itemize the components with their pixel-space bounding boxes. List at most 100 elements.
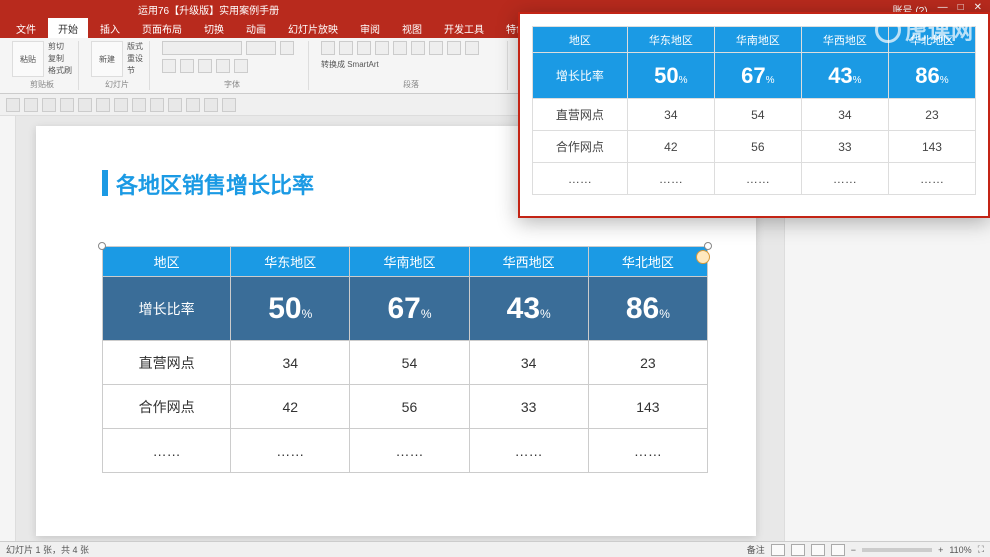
slideshow-view-icon[interactable] xyxy=(831,544,845,556)
cell[interactable]: 33 xyxy=(469,385,588,429)
row-label[interactable]: 直营网点 xyxy=(103,341,231,385)
growth-label[interactable]: 增长比率 xyxy=(103,277,231,341)
th[interactable]: 华南地区 xyxy=(350,247,469,277)
tab-animation[interactable]: 动画 xyxy=(236,18,276,39)
title-accent xyxy=(102,170,108,196)
cell[interactable]: 34 xyxy=(231,341,350,385)
th[interactable]: 地区 xyxy=(103,247,231,277)
tab-file[interactable]: 文件 xyxy=(6,18,46,39)
cut-button[interactable]: 剪切 xyxy=(48,41,72,52)
align-right-button[interactable] xyxy=(447,41,461,55)
qat-btn[interactable] xyxy=(114,98,128,112)
zoom-level[interactable]: 110% xyxy=(949,545,971,555)
table-row[interactable]: …… …… …… …… …… xyxy=(103,429,708,473)
justify-button[interactable] xyxy=(465,41,479,55)
cell[interactable]: …… xyxy=(231,429,350,473)
smartart-button[interactable]: 转换成 SmartArt xyxy=(321,59,379,70)
paste-button[interactable]: 粘贴 xyxy=(12,41,44,77)
rotate-handle[interactable] xyxy=(696,250,710,264)
align-center-button[interactable] xyxy=(429,41,443,55)
row-label[interactable]: …… xyxy=(103,429,231,473)
cell[interactable]: 54 xyxy=(350,341,469,385)
cell[interactable]: …… xyxy=(588,429,707,473)
pct: % xyxy=(421,307,432,321)
outline-strip[interactable] xyxy=(0,116,16,541)
strike-button[interactable] xyxy=(198,59,212,73)
table-row[interactable]: 直营网点 34 54 34 23 xyxy=(103,341,708,385)
group-paragraph: 转换成 SmartArt 段落 xyxy=(315,41,508,90)
qat-btn[interactable] xyxy=(150,98,164,112)
copy-button[interactable]: 复制 xyxy=(48,53,72,64)
numbering-button[interactable] xyxy=(339,41,353,55)
row-label: …… xyxy=(533,163,628,195)
qat-btn[interactable] xyxy=(186,98,200,112)
tab-view[interactable]: 视图 xyxy=(392,18,432,39)
print-icon[interactable] xyxy=(60,98,74,112)
th: 华东地区 xyxy=(627,27,714,53)
reset-button[interactable]: 重设 xyxy=(127,53,143,64)
cell[interactable]: 23 xyxy=(588,341,707,385)
selection-handle[interactable] xyxy=(704,242,712,250)
growth-row[interactable]: 增长比率 50% 67% 43% 86% xyxy=(103,277,708,341)
undo-icon[interactable] xyxy=(24,98,38,112)
tab-layout[interactable]: 页面布局 xyxy=(132,18,192,39)
zoom-in-icon[interactable]: + xyxy=(938,545,943,555)
reading-view-icon[interactable] xyxy=(811,544,825,556)
qat-btn[interactable] xyxy=(78,98,92,112)
tab-home[interactable]: 开始 xyxy=(48,18,88,39)
qat-btn[interactable] xyxy=(204,98,218,112)
section-button[interactable]: 节 xyxy=(127,65,143,76)
cell[interactable]: 56 xyxy=(350,385,469,429)
align-left-button[interactable] xyxy=(411,41,425,55)
bullets-button[interactable] xyxy=(321,41,335,55)
tab-transition[interactable]: 切换 xyxy=(194,18,234,39)
qat-btn[interactable] xyxy=(168,98,182,112)
row-label: 合作网点 xyxy=(533,131,628,163)
tab-slideshow[interactable]: 幻灯片放映 xyxy=(278,18,348,39)
pct: % xyxy=(302,307,313,321)
qat-btn[interactable] xyxy=(96,98,110,112)
font-color-button[interactable] xyxy=(216,59,230,73)
cell: 54 xyxy=(714,99,801,131)
qat-btn[interactable] xyxy=(222,98,236,112)
normal-view-icon[interactable] xyxy=(771,544,785,556)
table-row[interactable]: 合作网点 42 56 33 143 xyxy=(103,385,708,429)
italic-button[interactable] xyxy=(162,59,176,73)
bold-button[interactable] xyxy=(280,41,294,55)
row-label[interactable]: 合作网点 xyxy=(103,385,231,429)
fit-icon[interactable]: ⛶ xyxy=(978,544,984,555)
notes-button[interactable]: 备注 xyxy=(747,543,765,556)
size-combo[interactable] xyxy=(246,41,276,55)
underline-button[interactable] xyxy=(180,59,194,73)
selection-handle[interactable] xyxy=(98,242,106,250)
qat-btn[interactable] xyxy=(132,98,146,112)
layout-button[interactable]: 版式 xyxy=(127,41,143,52)
zoom-slider[interactable] xyxy=(862,548,932,552)
th[interactable]: 华西地区 xyxy=(469,247,588,277)
cell[interactable]: 143 xyxy=(588,385,707,429)
cell[interactable]: …… xyxy=(350,429,469,473)
indent-inc-button[interactable] xyxy=(375,41,389,55)
cell[interactable]: 34 xyxy=(469,341,588,385)
pct: % xyxy=(766,75,775,86)
tab-insert[interactable]: 插入 xyxy=(90,18,130,39)
sorter-view-icon[interactable] xyxy=(791,544,805,556)
tab-review[interactable]: 审阅 xyxy=(350,18,390,39)
redo-icon[interactable] xyxy=(42,98,56,112)
slide-table[interactable]: 地区 华东地区 华南地区 华西地区 华北地区 增长比率 50% 67% 43% … xyxy=(102,246,708,473)
font-combo[interactable] xyxy=(162,41,242,55)
highlight-button[interactable] xyxy=(234,59,248,73)
save-icon[interactable] xyxy=(6,98,20,112)
th[interactable]: 华东地区 xyxy=(231,247,350,277)
th[interactable]: 华北地区 xyxy=(588,247,707,277)
cell[interactable]: …… xyxy=(469,429,588,473)
line-spacing-button[interactable] xyxy=(393,41,407,55)
cell[interactable]: 42 xyxy=(231,385,350,429)
newslide-button[interactable]: 新建 xyxy=(91,41,123,77)
indent-dec-button[interactable] xyxy=(357,41,371,55)
format-button[interactable]: 格式刷 xyxy=(48,65,72,76)
zoom-out-icon[interactable]: − xyxy=(851,545,856,555)
row-label: 直营网点 xyxy=(533,99,628,131)
watermark: 虎课网 xyxy=(875,14,974,46)
tab-dev[interactable]: 开发工具 xyxy=(434,18,494,39)
